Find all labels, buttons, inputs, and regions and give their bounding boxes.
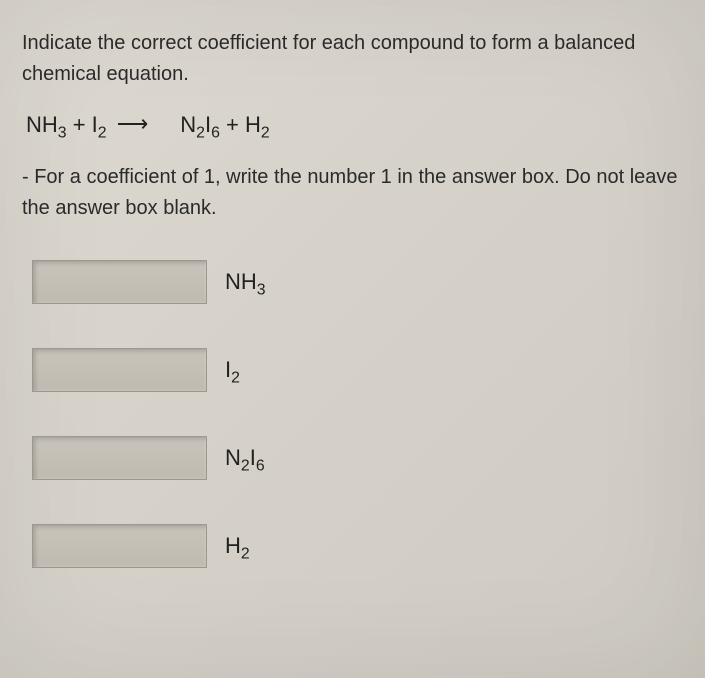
instruction-text: - For a coefficient of 1, write the numb… [22, 162, 683, 224]
coefficient-input-nh3[interactable] [32, 260, 207, 304]
coefficient-input-n2i6[interactable] [32, 436, 207, 480]
compound-label-nh3: NH3 [225, 269, 266, 295]
instruction-line-1: - For a coefficient of 1, write the numb… [22, 166, 678, 188]
answer-row: I2 [32, 348, 683, 392]
product-1: N2I6 [180, 112, 220, 138]
product-2: H2 [245, 112, 270, 138]
answer-row: H2 [32, 524, 683, 568]
prompt-line-2: chemical equation. [22, 63, 189, 85]
instruction-line-2: the answer box blank. [22, 197, 217, 219]
reactant-2: I2 [92, 112, 107, 138]
coefficient-input-h2[interactable] [32, 524, 207, 568]
reaction-arrow-icon: ⟶ [117, 111, 149, 137]
compound-label-i2: I2 [225, 357, 240, 383]
coefficient-input-i2[interactable] [32, 348, 207, 392]
question-prompt: Indicate the correct coefficient for eac… [22, 28, 683, 90]
chemical-equation: NH3 + I2 ⟶N2I6 + H2 [22, 112, 683, 138]
answer-row: N2I6 [32, 436, 683, 480]
question-page: Indicate the correct coefficient for eac… [0, 0, 705, 678]
reactant-1: NH3 [26, 112, 67, 138]
answer-list: NH3 I2 N2I6 H2 [22, 260, 683, 568]
compound-label-n2i6: N2I6 [225, 445, 265, 471]
prompt-line-1: Indicate the correct coefficient for eac… [22, 32, 635, 54]
compound-label-h2: H2 [225, 533, 250, 559]
answer-row: NH3 [32, 260, 683, 304]
